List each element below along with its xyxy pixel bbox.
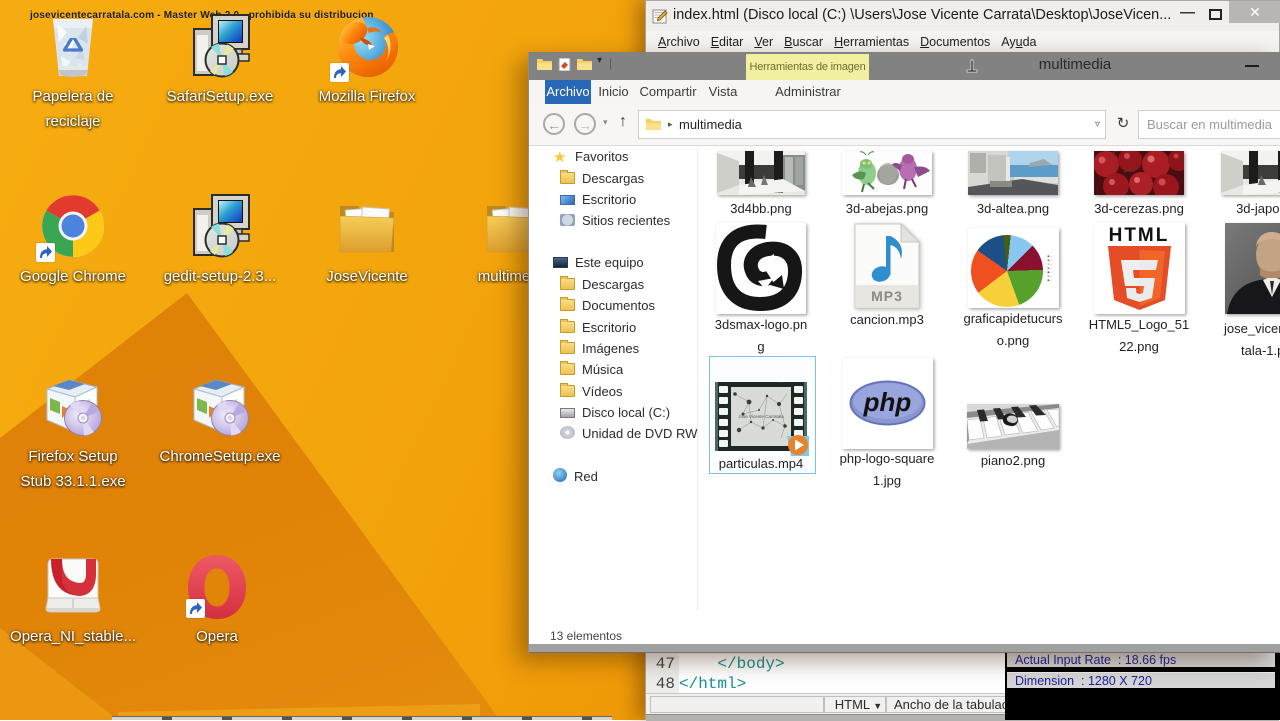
- svg-text:php: php: [862, 387, 911, 417]
- svg-text:MP3: MP3: [871, 288, 903, 304]
- svg-text:Jose Vicente Carratala: Jose Vicente Carratala: [738, 414, 784, 419]
